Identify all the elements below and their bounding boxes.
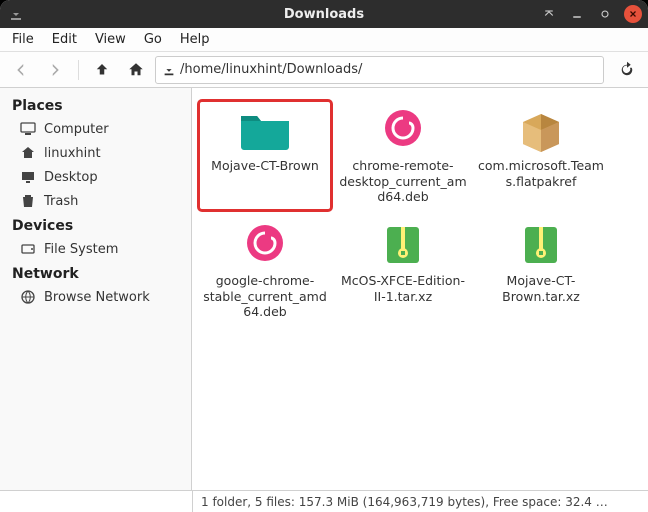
menu-file[interactable]: File bbox=[4, 30, 42, 49]
titlebar: Downloads bbox=[0, 0, 648, 28]
debian-package-icon bbox=[237, 221, 293, 269]
home-button[interactable] bbox=[121, 56, 151, 84]
file-grid: Mojave-CT-Brown chrome-remote-desktop_cu… bbox=[196, 98, 644, 328]
file-item-deb[interactable]: google-chrome-stable_current_amd64.deb bbox=[198, 215, 332, 326]
debian-package-icon bbox=[375, 106, 431, 154]
pathbar[interactable]: /home/linuxhint/Downloads/ bbox=[155, 56, 604, 84]
sidebar-item-home[interactable]: linuxhint bbox=[4, 142, 187, 164]
status-text: 1 folder, 5 files: 157.3 MiB (164,963,71… bbox=[201, 495, 608, 509]
file-label: Mojave-CT-Brown.tar.xz bbox=[477, 273, 605, 304]
window-controls bbox=[540, 5, 642, 23]
sidebar-heading-places: Places bbox=[4, 94, 187, 116]
menu-go[interactable]: Go bbox=[136, 30, 170, 49]
sidebar-item-trash[interactable]: Trash bbox=[4, 190, 187, 212]
menu-edit[interactable]: Edit bbox=[44, 30, 85, 49]
sidebar-item-label: linuxhint bbox=[44, 146, 101, 161]
desktop-icon bbox=[20, 169, 36, 185]
sidebar-item-filesystem[interactable]: File System bbox=[4, 238, 187, 260]
archive-icon bbox=[375, 221, 431, 269]
sidebar-item-label: Desktop bbox=[44, 170, 98, 185]
sidebar-heading-network: Network bbox=[4, 262, 187, 284]
maximize-button[interactable] bbox=[596, 5, 614, 23]
menubar: File Edit View Go Help bbox=[0, 28, 648, 52]
content-area[interactable]: Mojave-CT-Brown chrome-remote-desktop_cu… bbox=[192, 88, 648, 490]
sidebar-item-label: Computer bbox=[44, 122, 109, 137]
file-label: google-chrome-stable_current_amd64.deb bbox=[201, 273, 329, 320]
file-manager-window: Downloads File Edit View Go Help bbox=[0, 0, 648, 512]
sidebar-item-label: Trash bbox=[44, 194, 78, 209]
file-label: chrome-remote-desktop_current_amd64.deb bbox=[339, 158, 467, 205]
trash-icon bbox=[20, 193, 36, 209]
archive-icon bbox=[513, 221, 569, 269]
up-button[interactable] bbox=[87, 56, 117, 84]
sidebar-item-label: Browse Network bbox=[44, 290, 150, 305]
body: Places Computer linuxhint Desktop Trash … bbox=[0, 88, 648, 490]
sidebar-item-label: File System bbox=[44, 242, 118, 257]
minimize-button[interactable] bbox=[568, 5, 586, 23]
monitor-icon bbox=[20, 121, 36, 137]
home-icon bbox=[20, 145, 36, 161]
close-button[interactable] bbox=[624, 5, 642, 23]
file-label: Mojave-CT-Brown bbox=[211, 158, 319, 174]
file-item-archive[interactable]: Mojave-CT-Brown.tar.xz bbox=[474, 215, 608, 326]
forward-button[interactable] bbox=[40, 56, 70, 84]
sidebar-item-computer[interactable]: Computer bbox=[4, 118, 187, 140]
file-label: com.microsoft.Teams.flatpakref bbox=[477, 158, 605, 189]
file-item-folder[interactable]: Mojave-CT-Brown bbox=[198, 100, 332, 211]
toolbar: /home/linuxhint/Downloads/ bbox=[0, 52, 648, 88]
back-button[interactable] bbox=[6, 56, 36, 84]
sidebar-item-desktop[interactable]: Desktop bbox=[4, 166, 187, 188]
globe-icon bbox=[20, 289, 36, 305]
file-item-archive[interactable]: McOS-XFCE-Edition-II-1.tar.xz bbox=[336, 215, 470, 326]
path-icon bbox=[162, 63, 176, 77]
file-label: McOS-XFCE-Edition-II-1.tar.xz bbox=[339, 273, 467, 304]
sidebar-item-browse-network[interactable]: Browse Network bbox=[4, 286, 187, 308]
app-icon bbox=[8, 6, 24, 22]
keep-on-top-button[interactable] bbox=[540, 5, 558, 23]
folder-icon bbox=[237, 106, 293, 154]
file-item-deb[interactable]: chrome-remote-desktop_current_amd64.deb bbox=[336, 100, 470, 211]
path-text: /home/linuxhint/Downloads/ bbox=[180, 62, 362, 77]
file-item-package[interactable]: com.microsoft.Teams.flatpakref bbox=[474, 100, 608, 211]
statusbar: 1 folder, 5 files: 157.3 MiB (164,963,71… bbox=[192, 491, 648, 512]
statusbar-wrap: 1 folder, 5 files: 157.3 MiB (164,963,71… bbox=[0, 490, 648, 512]
sidebar: Places Computer linuxhint Desktop Trash … bbox=[0, 88, 192, 490]
separator bbox=[78, 60, 79, 80]
menu-help[interactable]: Help bbox=[172, 30, 218, 49]
reload-button[interactable] bbox=[612, 56, 642, 84]
drive-icon bbox=[20, 241, 36, 257]
box-package-icon bbox=[513, 106, 569, 154]
sidebar-heading-devices: Devices bbox=[4, 214, 187, 236]
menu-view[interactable]: View bbox=[87, 30, 134, 49]
